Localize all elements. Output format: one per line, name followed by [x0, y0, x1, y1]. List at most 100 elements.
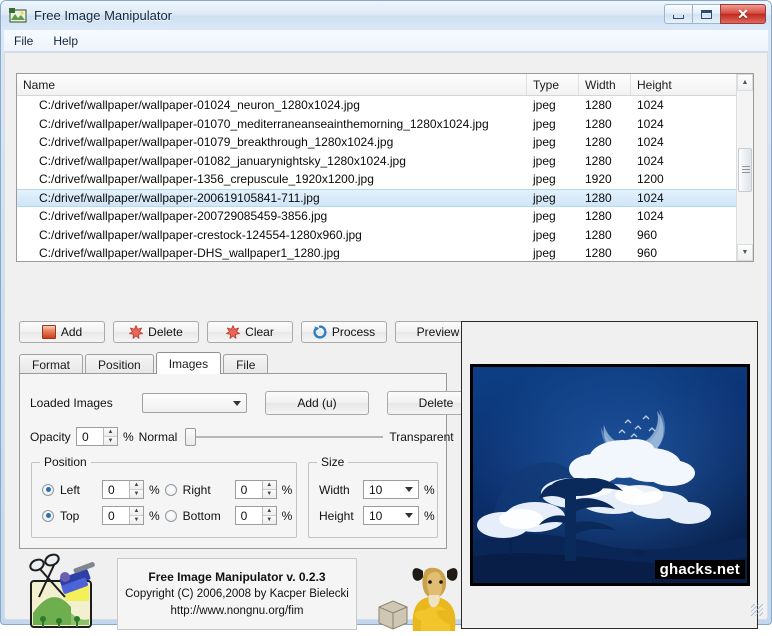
process-button[interactable]: Process — [301, 321, 387, 343]
about-url[interactable]: http://www.nongnu.org/fim — [171, 603, 304, 620]
add-button[interactable]: Add — [19, 321, 105, 343]
right-label: Right — [182, 482, 211, 497]
left-value-stepper[interactable]: 0 ▲ ▼ — [102, 480, 144, 499]
opacity-transparent-label: Transparent — [389, 429, 454, 444]
minimize-icon — [673, 14, 684, 19]
width-select[interactable]: 10 — [363, 480, 419, 499]
table-row[interactable]: C:/drivef/wallpaper/wallpaper-1356_crepu… — [17, 170, 753, 189]
clear-button[interactable]: Clear — [207, 321, 293, 343]
position-row-top-bottom: Top 0 ▲ ▼ % Bottom 0 ▲ ▼ % — [42, 506, 297, 525]
radio-top[interactable] — [42, 509, 54, 522]
radio-right[interactable] — [164, 483, 177, 496]
column-header-width[interactable]: Width — [579, 74, 631, 95]
add-u-button[interactable]: Add (u) — [265, 391, 369, 415]
table-row-selected[interactable]: C:/drivef/wallpaper/wallpaper-2006191058… — [17, 188, 753, 207]
bottom-percent-label: % — [281, 508, 293, 523]
table-row[interactable]: C:/drivef/wallpaper/wallpaper-DHS_wallpa… — [17, 244, 753, 261]
file-list[interactable]: Name Type Width Height C:/drivef/wallpap… — [16, 73, 754, 262]
resize-grip[interactable] — [751, 604, 763, 616]
add-u-button-label: Add (u) — [297, 396, 337, 410]
menu-item-help[interactable]: Help — [43, 32, 88, 50]
scroll-up-icon[interactable]: ▲ — [737, 74, 753, 91]
cell-type: jpeg — [533, 135, 556, 150]
cell-name: C:/drivef/wallpaper/wallpaper-01079_brea… — [39, 135, 394, 150]
radio-bottom[interactable] — [164, 509, 177, 522]
table-row[interactable]: C:/drivef/wallpaper/wallpaper-01024_neur… — [17, 96, 753, 115]
column-header-type[interactable]: Type — [527, 74, 579, 95]
column-header-height[interactable]: Height — [631, 74, 735, 95]
spin-up-icon[interactable]: ▲ — [262, 507, 276, 516]
spin-down-icon[interactable]: ▼ — [130, 490, 143, 498]
size-group-title: Size — [317, 455, 349, 469]
cell-name: C:/drivef/wallpaper/wallpaper-2007290854… — [39, 209, 328, 224]
delete-button[interactable]: Delete — [113, 321, 199, 343]
cell-type: jpeg — [533, 116, 556, 131]
spin-up-icon[interactable]: ▲ — [262, 481, 276, 490]
delete-button-label: Delete — [148, 325, 183, 339]
cell-type: jpeg — [533, 153, 556, 168]
process-button-label: Process — [331, 325, 376, 339]
tab-position[interactable]: Position — [85, 354, 154, 374]
file-list-scrollbar[interactable]: ▲ ▼ — [736, 74, 753, 261]
chevron-down-icon — [233, 400, 241, 406]
opacity-slider-thumb[interactable] — [185, 427, 197, 446]
cell-width: 1280 — [585, 135, 612, 150]
table-row[interactable]: C:/drivef/wallpaper/wallpaper-01079_brea… — [17, 133, 753, 152]
bottom-spin-buttons[interactable]: ▲ ▼ — [261, 507, 276, 524]
maximize-button[interactable] — [692, 4, 721, 24]
left-value: 0 — [108, 482, 115, 497]
menu-item-file[interactable]: File — [4, 32, 43, 50]
cell-height: 1024 — [637, 190, 664, 205]
cell-height: 960 — [637, 246, 658, 261]
tab-format[interactable]: Format — [19, 354, 84, 374]
spin-down-icon[interactable]: ▼ — [130, 516, 143, 524]
height-select[interactable]: 10 — [363, 506, 419, 525]
tab-file-label: File — [236, 357, 256, 372]
right-percent-label: % — [281, 482, 293, 497]
table-row[interactable]: C:/drivef/wallpaper/wallpaper-crestock-1… — [17, 226, 753, 245]
tab-file[interactable]: File — [223, 354, 269, 374]
spin-up-icon[interactable]: ▲ — [130, 507, 143, 516]
table-row[interactable]: C:/drivef/wallpaper/wallpaper-01070_medi… — [17, 115, 753, 134]
action-toolbar: Add Delete Clear Process Preview — [19, 321, 481, 343]
cell-width: 1280 — [585, 116, 612, 131]
top-label: Top — [60, 508, 80, 523]
opacity-spin-buttons[interactable]: ▲ ▼ — [103, 428, 117, 445]
spin-down-icon[interactable]: ▼ — [104, 437, 117, 445]
preview-image[interactable]: ghacks.net — [470, 364, 750, 586]
cell-width: 1280 — [585, 98, 612, 113]
spin-down-icon[interactable]: ▼ — [262, 516, 276, 524]
loaded-images-select[interactable] — [142, 393, 247, 413]
tab-images[interactable]: Images — [155, 352, 222, 374]
column-header-name[interactable]: Name — [17, 74, 527, 95]
close-button[interactable]: ✕ — [720, 4, 766, 24]
scroll-down-icon[interactable]: ▼ — [737, 244, 753, 261]
left-spin-buttons[interactable]: ▲ ▼ — [129, 481, 143, 498]
top-value-stepper[interactable]: 0 ▲ ▼ — [102, 506, 144, 525]
cell-width: 1920 — [585, 172, 612, 187]
cell-name: C:/drivef/wallpaper/wallpaper-01082_janu… — [39, 153, 406, 168]
minimize-button[interactable] — [664, 4, 693, 24]
tab-bar: Format Position Images File — [19, 352, 459, 374]
top-spin-buttons[interactable]: ▲ ▼ — [129, 507, 143, 524]
opacity-slider[interactable] — [185, 427, 384, 446]
right-value-stepper[interactable]: 0 ▲ ▼ — [234, 480, 277, 499]
about-title: Free Image Manipulator v. 0.2.3 — [148, 569, 326, 584]
cell-name: C:/drivef/wallpaper/wallpaper-01024_neur… — [39, 98, 360, 113]
spin-up-icon[interactable]: ▲ — [130, 481, 143, 490]
scrollbar-thumb[interactable] — [738, 148, 752, 192]
opacity-stepper[interactable]: 0 ▲ ▼ — [76, 427, 118, 446]
tab-format-label: Format — [32, 357, 71, 372]
cell-type: jpeg — [533, 172, 556, 187]
spin-down-icon[interactable]: ▼ — [262, 490, 276, 498]
table-row[interactable]: C:/drivef/wallpaper/wallpaper-01082_janu… — [17, 152, 753, 171]
radio-left[interactable] — [42, 483, 54, 496]
right-spin-buttons[interactable]: ▲ ▼ — [261, 481, 276, 498]
watermark: ghacks.net — [654, 560, 745, 579]
table-row[interactable]: C:/drivef/wallpaper/wallpaper-2007290854… — [17, 207, 753, 226]
menu-bar: File Help — [4, 30, 768, 52]
bottom-value-stepper[interactable]: 0 ▲ ▼ — [234, 506, 277, 525]
cell-type: jpeg — [533, 209, 556, 224]
spin-up-icon[interactable]: ▲ — [104, 428, 117, 437]
bottom-value: 0 — [240, 508, 248, 523]
